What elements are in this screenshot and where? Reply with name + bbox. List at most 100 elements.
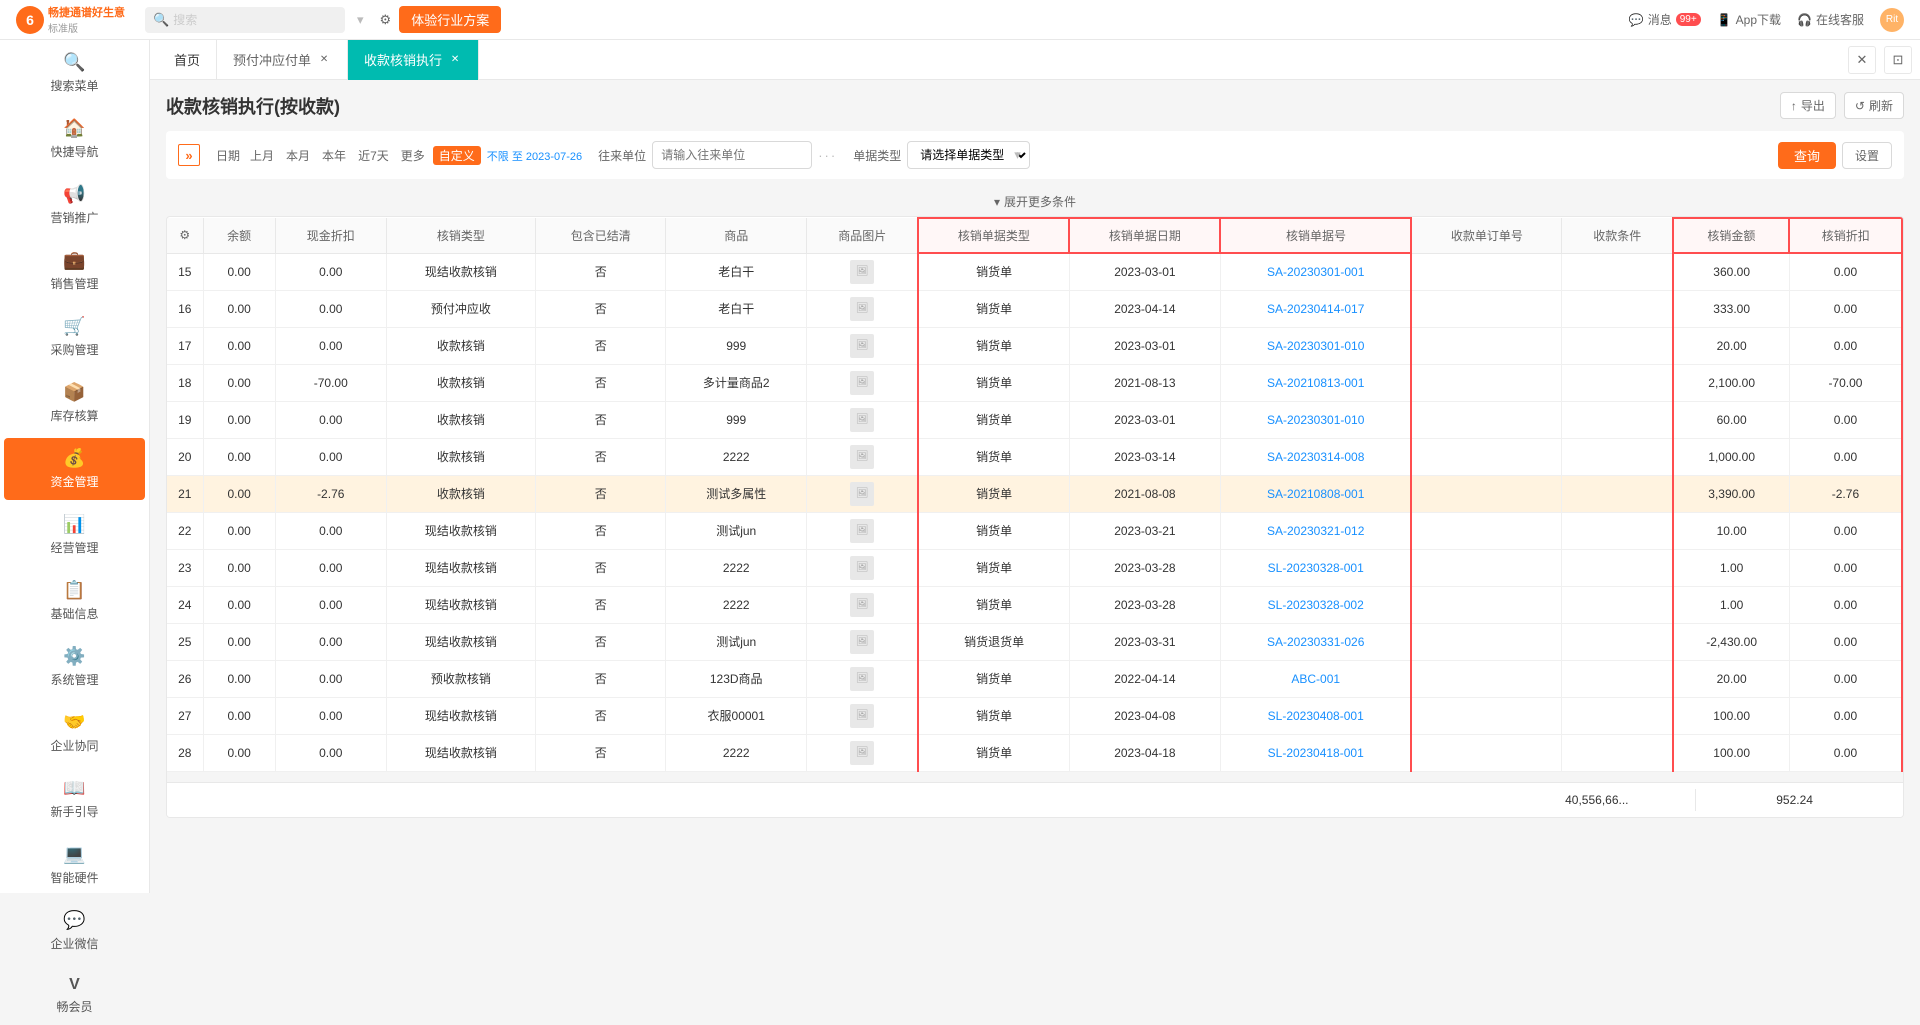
close-window-btn[interactable]: ✕ [1848, 46, 1876, 74]
row-seq: 15 [167, 253, 203, 290]
sidebar-item-search[interactable]: 🔍 搜索菜单 [4, 42, 145, 104]
partner-input[interactable] [652, 141, 812, 169]
bill-no-link[interactable]: SA-20230301-010 [1267, 339, 1364, 353]
export-button[interactable]: ↑ 导出 [1780, 92, 1836, 119]
row-cash-discount: 0.00 [275, 623, 386, 660]
bill-no-link[interactable]: SL-20230328-001 [1268, 561, 1364, 575]
bill-no-link[interactable]: SA-20210813-001 [1267, 376, 1364, 390]
row-bill-date: 2023-03-28 [1069, 586, 1220, 623]
sidebar-item-guide[interactable]: 📖 新手引导 [4, 768, 145, 830]
sidebar-item-cooperation[interactable]: 🤝 企业协同 [4, 702, 145, 764]
product-image: 🖼 [850, 260, 874, 284]
bill-no-link[interactable]: SA-20230301-010 [1267, 413, 1364, 427]
sidebar-item-operations[interactable]: 📊 经营管理 [4, 504, 145, 566]
sidebar-item-nav[interactable]: 🏠 快捷导航 [4, 108, 145, 170]
maximize-window-btn[interactable]: ⊡ [1884, 46, 1912, 74]
purchase-icon: 🛒 [63, 316, 85, 337]
query-button[interactable]: 查询 [1778, 142, 1836, 169]
close-prepayment-tab[interactable]: ✕ [317, 53, 331, 67]
table-row: 28 0.00 0.00 现结收款核销 否 2222 🖼 销货单 2023-04… [167, 734, 1902, 771]
settings-icon[interactable]: ⚙ [380, 12, 392, 28]
bill-no-link[interactable]: SA-20230314-008 [1267, 450, 1364, 464]
sidebar-item-wechat[interactable]: 💬 企业微信 [4, 900, 145, 962]
bill-no-link[interactable]: SA-20230301-001 [1267, 265, 1364, 279]
row-bill-type: 销货单 [918, 401, 1069, 438]
close-receipt-tab[interactable]: ✕ [448, 53, 462, 67]
row-product-img: 🖼 [807, 660, 919, 697]
row-settled: 否 [536, 253, 666, 290]
sidebar-item-inventory[interactable]: 📦 库存核算 [4, 372, 145, 434]
sidebar-item-finance[interactable]: 💰 资金管理 [4, 438, 145, 500]
bill-no-link[interactable]: SA-20210808-001 [1267, 487, 1364, 501]
search-menu-icon: 🔍 [63, 52, 85, 73]
more-date-btn[interactable]: 更多 [397, 146, 429, 165]
this-month-btn[interactable]: 本月 [282, 146, 314, 165]
bill-no-link[interactable]: SL-20230418-001 [1268, 746, 1364, 760]
row-cash-discount: 0.00 [275, 290, 386, 327]
sidebar-item-member[interactable]: V 畅会员 [4, 966, 145, 1025]
row-bill-date: 2023-03-14 [1069, 438, 1220, 475]
online-service-btn[interactable]: 🎧 在线客服 [1797, 11, 1864, 28]
row-seq: 23 [167, 549, 203, 586]
content-area: 首页 预付冲应付单 ✕ 收款核销执行 ✕ ✕ ⊡ 收款核销执行(按收款) [150, 40, 1920, 893]
custom-date-btn[interactable]: 自定义 [433, 146, 481, 165]
solution-button[interactable]: 体验行业方案 [399, 6, 501, 33]
row-type: 收款核销 [386, 327, 535, 364]
date-quick-links: 上月 本月 本年 近7天 更多 自定义 [246, 146, 481, 165]
row-discount: 0.00 [1789, 697, 1902, 734]
row-discount: 0.00 [1789, 327, 1902, 364]
last-month-btn[interactable]: 上月 [246, 146, 278, 165]
row-bill-date: 2021-08-08 [1069, 475, 1220, 512]
partner-dots[interactable]: ··· [818, 148, 837, 163]
sidebar-item-sales[interactable]: 💼 销售管理 [4, 240, 145, 302]
sidebar-item-label: 搜索菜单 [50, 77, 98, 94]
bill-no-link[interactable]: SA-20230331-026 [1267, 635, 1364, 649]
tab-receipt-verification[interactable]: 收款核销执行 ✕ [348, 40, 479, 80]
row-order-no [1411, 475, 1561, 512]
row-order-no [1411, 438, 1561, 475]
settings-button[interactable]: 设置 [1842, 142, 1892, 169]
row-seq: 28 [167, 734, 203, 771]
bill-no-link[interactable]: SA-20230414-017 [1267, 302, 1364, 316]
table-row: 21 0.00 -2.76 收款核销 否 测试多属性 🖼 销货单 2021-08… [167, 475, 1902, 512]
col-header-settings[interactable]: ⚙ [167, 218, 203, 253]
inventory-icon: 📦 [63, 382, 85, 403]
notification-icon[interactable]: 💬 消息 99+ [1629, 11, 1701, 28]
filter-expand-icon[interactable]: » [178, 144, 200, 166]
app-download-btn[interactable]: 📱 App下载 [1717, 11, 1781, 28]
search-bar[interactable]: 🔍 搜索 [145, 7, 345, 33]
row-product-img: 🖼 [807, 438, 919, 475]
refresh-button[interactable]: ↺ 刷新 [1844, 92, 1904, 119]
sidebar-item-purchase[interactable]: 🛒 采购管理 [4, 306, 145, 368]
table-row: 23 0.00 0.00 现结收款核销 否 2222 🖼 销货单 2023-03… [167, 549, 1902, 586]
brand: 6 畅捷通谱好生意 标准版 [16, 4, 125, 35]
avatar[interactable]: Rit [1880, 8, 1904, 32]
row-order-no [1411, 660, 1561, 697]
bill-no-link[interactable]: ABC-001 [1291, 672, 1340, 686]
table-row: 20 0.00 0.00 收款核销 否 2222 🖼 销货单 2023-03-1… [167, 438, 1902, 475]
partner-filter: 往来单位 ··· [598, 141, 837, 169]
bill-no-link[interactable]: SA-20230321-012 [1267, 524, 1364, 538]
row-bill-no: SL-20230408-001 [1220, 697, 1411, 734]
sidebar-item-hardware[interactable]: 💻 智能硬件 [4, 834, 145, 896]
table-row: 17 0.00 0.00 收款核销 否 999 🖼 销货单 2023-03-01… [167, 327, 1902, 364]
row-seq: 17 [167, 327, 203, 364]
tab-home[interactable]: 首页 [158, 40, 217, 80]
sidebar-item-marketing[interactable]: 📢 营销推广 [4, 174, 145, 236]
last-7days-btn[interactable]: 近7天 [354, 146, 393, 165]
row-seq: 25 [167, 623, 203, 660]
main-layout: 🔍 搜索菜单 🏠 快捷导航 📢 营销推广 💼 销售管理 🛒 采购管理 📦 库存核… [0, 40, 1920, 893]
brand-sub: 标准版 [48, 20, 125, 35]
sidebar-item-system[interactable]: ⚙️ 系统管理 [4, 636, 145, 698]
bill-no-link[interactable]: SL-20230408-001 [1268, 709, 1364, 723]
tab-prepayment[interactable]: 预付冲应付单 ✕ [217, 40, 348, 80]
bill-no-link[interactable]: SL-20230328-002 [1268, 598, 1364, 612]
row-discount: 0.00 [1789, 512, 1902, 549]
row-settled: 否 [536, 586, 666, 623]
this-year-btn[interactable]: 本年 [318, 146, 350, 165]
row-amount: 1.00 [1673, 549, 1789, 586]
receipt-type-select[interactable]: 请选择单据类型 销货单 销货退货单 [907, 141, 1030, 169]
expand-more-button[interactable]: ▾ 展开更多条件 [994, 193, 1076, 210]
sidebar-item-basic[interactable]: 📋 基础信息 [4, 570, 145, 632]
horizontal-scrollbar[interactable] [167, 772, 1903, 782]
